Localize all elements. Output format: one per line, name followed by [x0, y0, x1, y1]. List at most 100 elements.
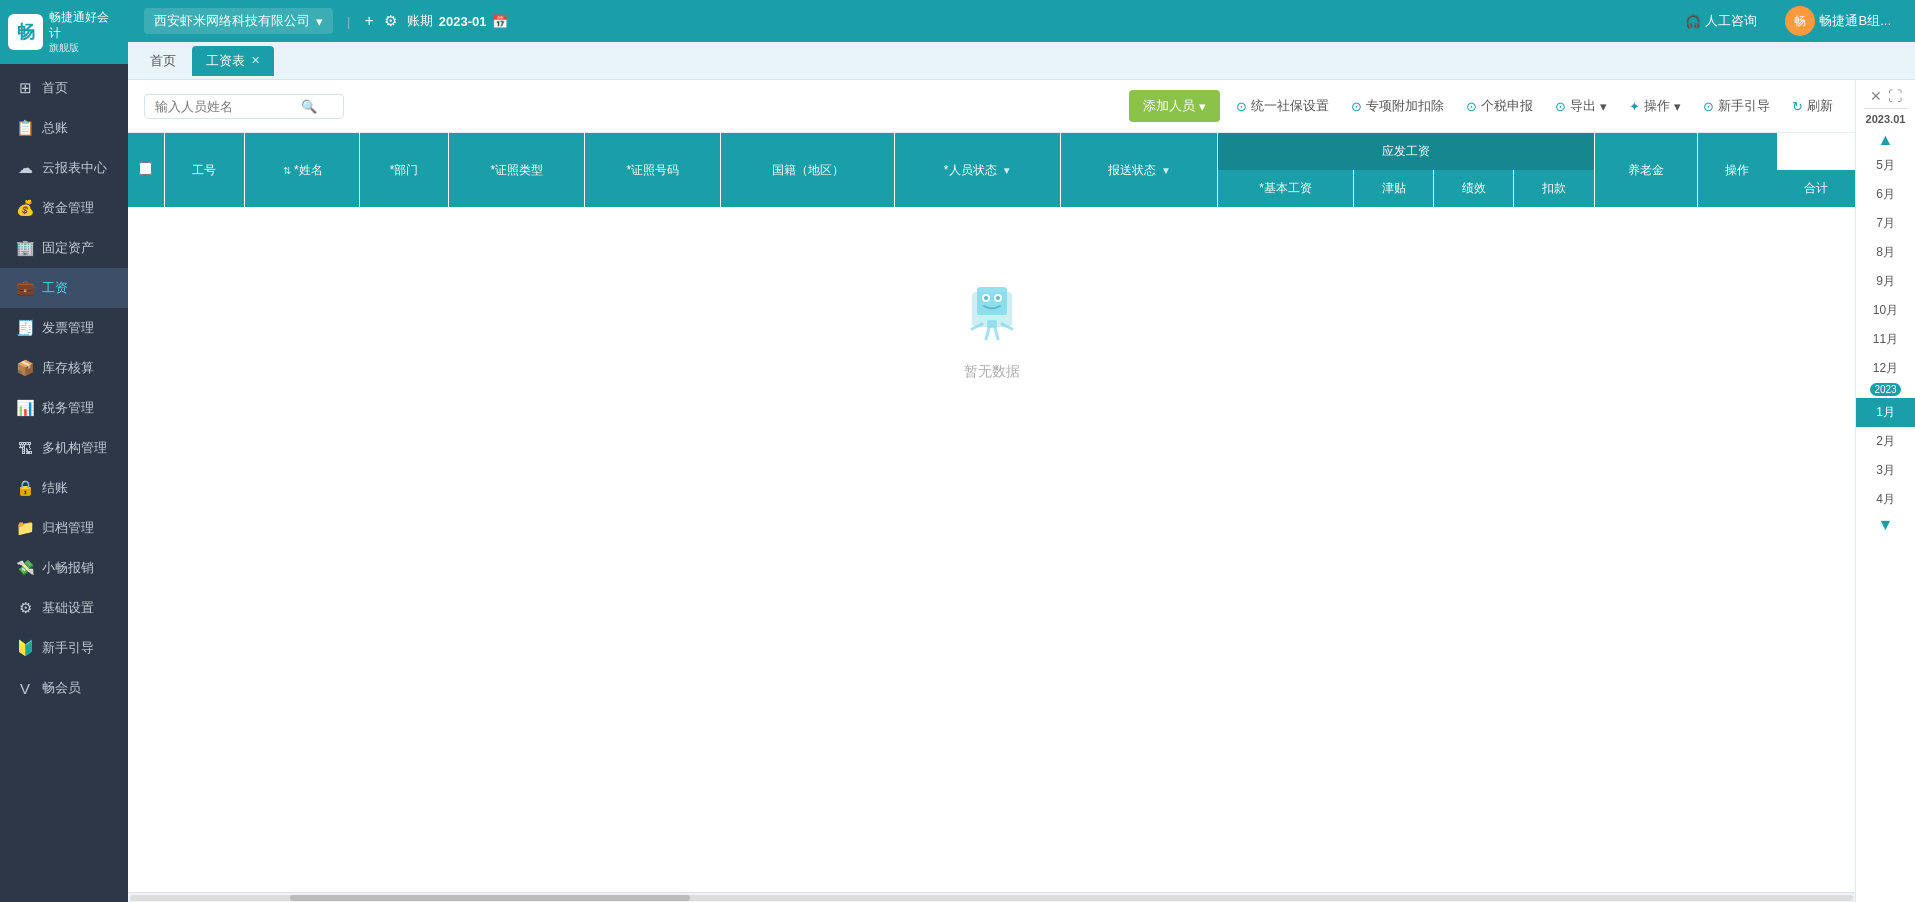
- tax-declare-label: 个税申报: [1481, 97, 1533, 115]
- report-filter-icon[interactable]: ▼: [1161, 165, 1171, 176]
- user-menu[interactable]: 畅 畅捷通B组...: [1777, 2, 1899, 40]
- sidebar-item-expense[interactable]: 💸小畅报销: [0, 548, 128, 588]
- sidebar-item-multi-org[interactable]: 🏗多机构管理: [0, 428, 128, 468]
- month-panel: ✕ ⛶ 2023.01 ▲ 5月 6月 7月 8月 9月 10月 11月 12月…: [1855, 80, 1915, 902]
- th-id: 工号: [164, 133, 244, 207]
- month-item-2022-07[interactable]: 7月: [1856, 209, 1915, 238]
- scrollbar-thumb[interactable]: [290, 895, 690, 901]
- expense-icon: 💸: [16, 559, 34, 577]
- new-guide-btn[interactable]: ⊙ 新手引导: [1697, 93, 1776, 119]
- search-input[interactable]: [155, 99, 295, 114]
- svg-rect-1: [977, 287, 1007, 315]
- settings-icon: ⚙: [16, 599, 34, 617]
- operations-btn[interactable]: ✦ 操作 ▾: [1623, 93, 1687, 119]
- th-report-status: 报送状态 ▼: [1061, 133, 1218, 207]
- panel-close-icon[interactable]: ✕: [1870, 88, 1882, 104]
- company-name: 西安虾米网络科技有限公司: [154, 12, 310, 30]
- refresh-label: 刷新: [1807, 97, 1833, 115]
- tabs-bar: 首页 工资表 ✕: [128, 42, 1915, 80]
- month-item-2023-02[interactable]: 2月: [1856, 427, 1915, 456]
- headset-icon: 🎧: [1685, 14, 1701, 29]
- sidebar-item-home[interactable]: ⊞首页: [0, 68, 128, 108]
- sidebar: 畅 畅捷通好会计 旗舰版 ⊞首页 📋 总账 ☁云报表中心💰资金管理🏢固定资产💼工资🧾发…: [0, 0, 128, 902]
- status-filter-icon[interactable]: ▼: [1002, 165, 1012, 176]
- select-all-checkbox[interactable]: [139, 162, 152, 175]
- ledger-icon: 📋: [16, 119, 34, 137]
- tab-home[interactable]: 首页: [136, 46, 190, 76]
- add-company-icon[interactable]: +: [364, 12, 373, 30]
- month-item-2023-04[interactable]: 4月: [1856, 485, 1915, 514]
- sidebar-item-inventory[interactable]: 📦库存核算: [0, 348, 128, 388]
- social-settings-icon: ⊙: [1236, 99, 1247, 114]
- th-pension: 养老金: [1594, 133, 1698, 207]
- inventory-icon: 📦: [16, 359, 34, 377]
- tax-icon: 📊: [16, 399, 34, 417]
- sidebar-item-fixed-assets[interactable]: 🏢固定资产: [0, 228, 128, 268]
- period-value: 2023-01: [439, 14, 487, 29]
- scrollbar-track[interactable]: [130, 895, 1853, 901]
- settings-icon[interactable]: ⚙: [384, 12, 397, 30]
- company-selector[interactable]: 西安虾米网络科技有限公司 ▾: [144, 8, 333, 34]
- sidebar-logo[interactable]: 畅 畅捷通好会计 旗舰版: [0, 0, 128, 64]
- refresh-btn[interactable]: ↻ 刷新: [1786, 93, 1839, 119]
- tab-close-icon[interactable]: ✕: [251, 54, 260, 67]
- topbar-period: 账期 2023-01 📅: [407, 12, 509, 30]
- th-performance: 绩效: [1434, 170, 1514, 207]
- period-label: 账期: [407, 12, 433, 30]
- assistant-btn[interactable]: 🎧 人工咨询: [1677, 8, 1765, 34]
- sidebar-item-salary[interactable]: 💼工资: [0, 268, 128, 308]
- th-id-no: *证照号码: [585, 133, 721, 207]
- guide-icon: 🔰: [16, 639, 34, 657]
- sidebar-label-archive: 归档管理: [42, 519, 94, 537]
- horizontal-scrollbar[interactable]: [128, 892, 1855, 902]
- th-checkbox[interactable]: [128, 133, 164, 207]
- month-nav-down[interactable]: ▼: [1856, 514, 1915, 536]
- sidebar-item-cloud-report[interactable]: ☁云报表中心: [0, 148, 128, 188]
- panel-expand-icon[interactable]: ⛶: [1888, 88, 1902, 104]
- month-item-2022-10[interactable]: 10月: [1856, 296, 1915, 325]
- tab-salary[interactable]: 工资表 ✕: [192, 46, 274, 76]
- sidebar-item-settings[interactable]: ⚙ 基础设置: [0, 588, 128, 628]
- export-label: 导出: [1570, 97, 1596, 115]
- sidebar-item-member[interactable]: V畅会员: [0, 668, 128, 708]
- month-item-2022-05[interactable]: 5月: [1856, 151, 1915, 180]
- sidebar-item-archive[interactable]: 📁归档管理: [0, 508, 128, 548]
- month-item-2023-03[interactable]: 3月: [1856, 456, 1915, 485]
- tab-home-label: 首页: [150, 52, 176, 70]
- th-status: *人员状态 ▼: [895, 133, 1061, 207]
- month-item-2022-06[interactable]: 6月: [1856, 180, 1915, 209]
- month-item-2023-01[interactable]: 1月: [1856, 398, 1915, 427]
- month-item-2022-12[interactable]: 12月: [1856, 354, 1915, 383]
- user-avatar: 畅: [1785, 6, 1815, 36]
- sidebar-item-invoice[interactable]: 🧾发票管理: [0, 308, 128, 348]
- th-name: ⇅ *姓名: [244, 133, 359, 207]
- sidebar-label-settings: 基础设置: [42, 599, 94, 617]
- special-deduct-btn[interactable]: ⊙ 专项附加扣除: [1345, 93, 1450, 119]
- fund-icon: 💰: [16, 199, 34, 217]
- sidebar-label-guide: 新手引导: [42, 639, 94, 657]
- operations-label: 操作: [1644, 97, 1670, 115]
- sidebar-item-ledger[interactable]: 📋 总账: [0, 108, 128, 148]
- month-item-2022-08[interactable]: 8月: [1856, 238, 1915, 267]
- sidebar-item-tax[interactable]: 📊税务管理: [0, 388, 128, 428]
- month-nav-up[interactable]: ▲: [1856, 129, 1915, 151]
- tax-declare-btn[interactable]: ⊙ 个税申报: [1460, 93, 1539, 119]
- th-subsidy: 津贴: [1354, 170, 1434, 207]
- cloud-report-icon: ☁: [16, 159, 34, 177]
- social-settings-btn[interactable]: ⊙ 统一社保设置: [1230, 93, 1335, 119]
- search-box[interactable]: 🔍: [144, 94, 344, 119]
- sidebar-label-home: 首页: [42, 79, 68, 97]
- month-item-2022-09[interactable]: 9月: [1856, 267, 1915, 296]
- sidebar-label-ledger: 总账: [42, 119, 68, 137]
- sidebar-item-fund[interactable]: 💰资金管理: [0, 188, 128, 228]
- add-person-button[interactable]: 添加人员 ▾: [1129, 90, 1220, 122]
- sidebar-nav: ⊞首页 📋 总账 ☁云报表中心💰资金管理🏢固定资产💼工资🧾发票管理📦库存核算📊税务管理…: [0, 64, 128, 902]
- sidebar-label-fixed-assets: 固定资产: [42, 239, 94, 257]
- sidebar-item-guide[interactable]: 🔰 新手引导: [0, 628, 128, 668]
- export-btn[interactable]: ⊙ 导出 ▾: [1549, 93, 1613, 119]
- sidebar-item-close-period[interactable]: 🔒结账: [0, 468, 128, 508]
- refresh-icon: ↻: [1792, 99, 1803, 114]
- month-item-2022-11[interactable]: 11月: [1856, 325, 1915, 354]
- calendar-icon[interactable]: 📅: [492, 14, 508, 29]
- sort-icon: ⇅: [283, 165, 291, 176]
